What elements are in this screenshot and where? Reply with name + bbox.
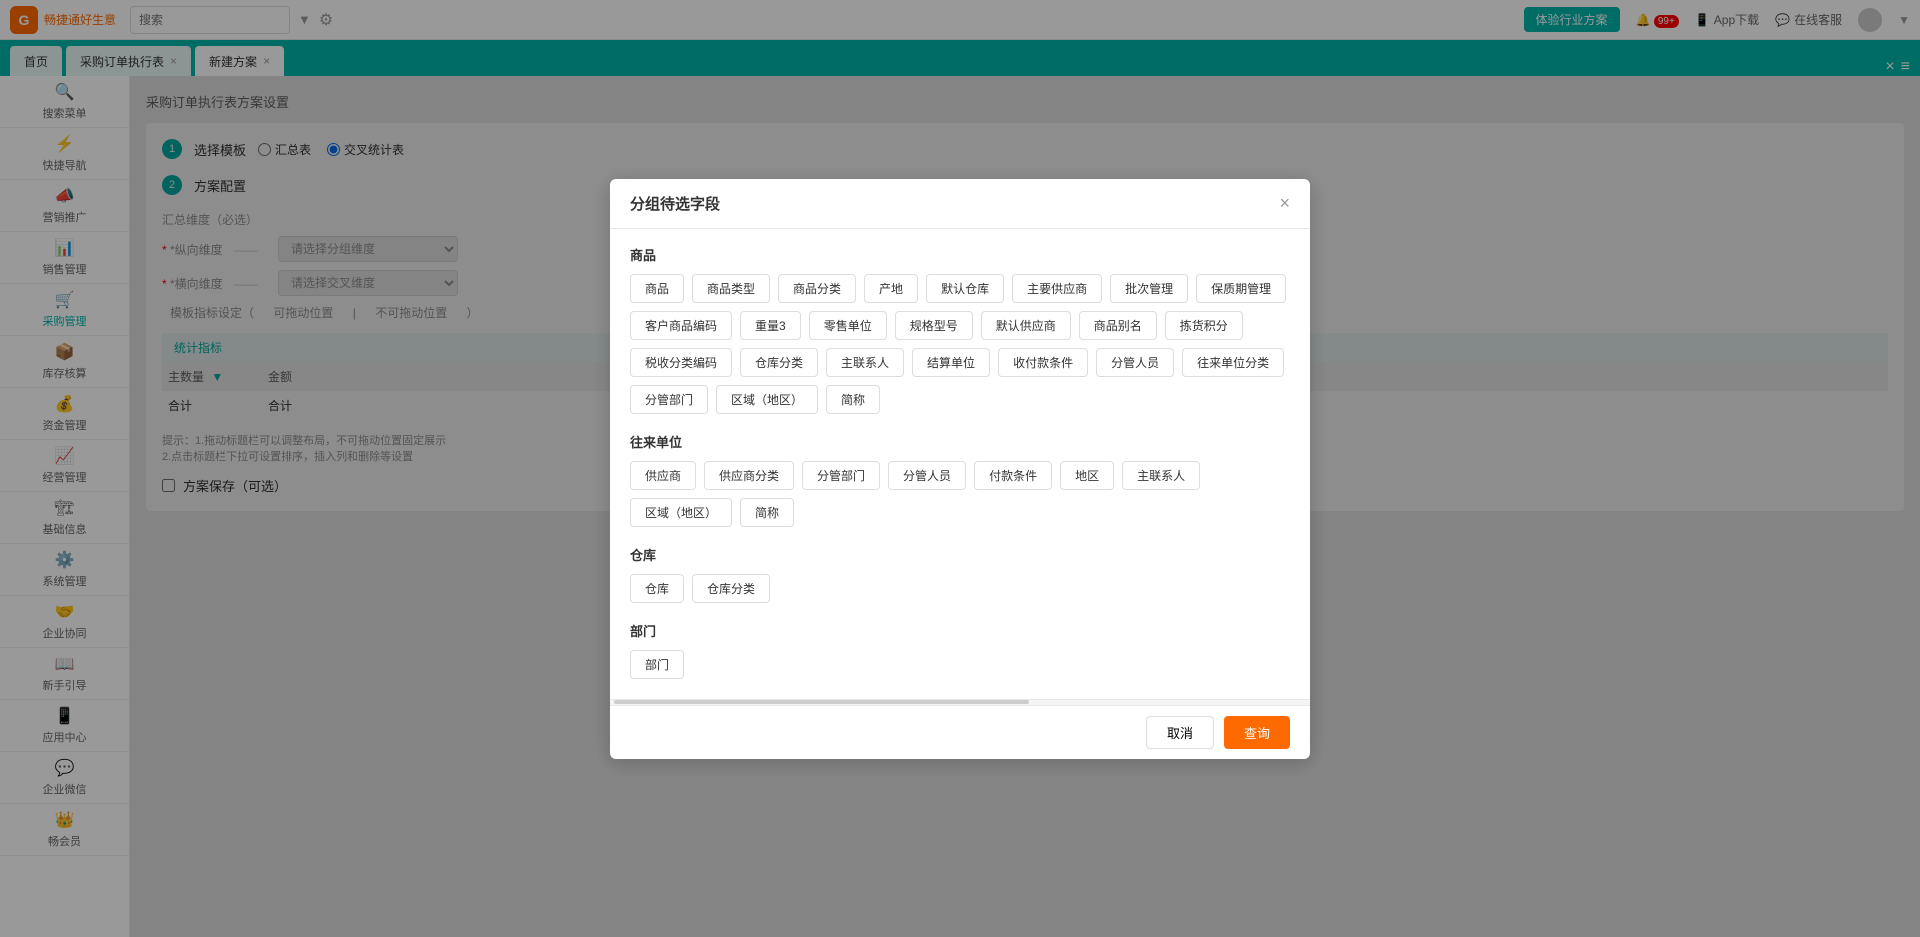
field-tag-product-18[interactable]: 结算单位 <box>912 348 990 377</box>
field-tag-product-24[interactable]: 简称 <box>826 385 880 414</box>
field-tag-partner-3[interactable]: 分管人员 <box>888 461 966 490</box>
field-section-warehouse: 仓库仓库仓库分类 <box>630 545 1290 603</box>
field-section-partner: 往来单位供应商供应商分类分管部门分管人员付款条件地区主联系人区域（地区） 简称 <box>630 432 1290 527</box>
field-tags-department: 部门 <box>630 650 1290 679</box>
modal-cancel-button[interactable]: 取消 <box>1146 716 1214 749</box>
field-tags-product: 商品商品类型商品分类产地默认仓库主要供应商批次管理保质期管理客户商品编码重量3 零… <box>630 274 1290 414</box>
field-tags-warehouse: 仓库仓库分类 <box>630 574 1290 603</box>
field-tag-product-13[interactable]: 商品别名 <box>1079 311 1157 340</box>
field-tag-product-19[interactable]: 收付款条件 <box>998 348 1088 377</box>
field-tag-product-2[interactable]: 商品分类 <box>778 274 856 303</box>
modal-title: 分组待选字段 <box>630 193 720 214</box>
field-tag-product-9[interactable]: 重量3 <box>740 311 801 340</box>
field-tag-partner-6[interactable]: 主联系人 <box>1122 461 1200 490</box>
field-tag-product-0[interactable]: 商品 <box>630 274 684 303</box>
field-tag-product-10[interactable]: 零售单位 <box>809 311 887 340</box>
field-section-title-partner: 往来单位 <box>630 432 1290 451</box>
field-tag-partner-7[interactable]: 区域（地区） <box>630 498 732 527</box>
field-tag-partner-8[interactable]: 简称 <box>740 498 794 527</box>
field-tag-product-7[interactable]: 保质期管理 <box>1196 274 1286 303</box>
field-tag-product-12[interactable]: 默认供应商 <box>981 311 1071 340</box>
field-section-product: 商品商品商品类型商品分类产地默认仓库主要供应商批次管理保质期管理客户商品编码重量… <box>630 245 1290 414</box>
field-tag-product-21[interactable]: 往来单位分类 <box>1182 348 1284 377</box>
modal-overlay: 分组待选字段 × 商品商品商品类型商品分类产地默认仓库主要供应商批次管理保质期管… <box>0 0 1920 937</box>
field-tag-product-22[interactable]: 分管部门 <box>630 385 708 414</box>
field-section-title-department: 部门 <box>630 621 1290 640</box>
modal-body: 商品商品商品类型商品分类产地默认仓库主要供应商批次管理保质期管理客户商品编码重量… <box>610 229 1310 699</box>
field-tag-partner-5[interactable]: 地区 <box>1060 461 1114 490</box>
field-tag-product-20[interactable]: 分管人员 <box>1096 348 1174 377</box>
field-tag-product-6[interactable]: 批次管理 <box>1110 274 1188 303</box>
field-tag-partner-1[interactable]: 供应商分类 <box>704 461 794 490</box>
modal: 分组待选字段 × 商品商品商品类型商品分类产地默认仓库主要供应商批次管理保质期管… <box>610 179 1310 759</box>
field-tag-product-14[interactable]: 拣货积分 <box>1165 311 1243 340</box>
field-tag-partner-2[interactable]: 分管部门 <box>802 461 880 490</box>
field-tag-product-15[interactable]: 税收分类编码 <box>630 348 732 377</box>
field-tag-department-0[interactable]: 部门 <box>630 650 684 679</box>
field-tag-partner-0[interactable]: 供应商 <box>630 461 696 490</box>
field-tag-product-23[interactable]: 区域（地区） <box>716 385 818 414</box>
field-tags-partner: 供应商供应商分类分管部门分管人员付款条件地区主联系人区域（地区） 简称 <box>630 461 1290 527</box>
field-section-title-warehouse: 仓库 <box>630 545 1290 564</box>
field-tag-warehouse-0[interactable]: 仓库 <box>630 574 684 603</box>
field-tag-product-16[interactable]: 仓库分类 <box>740 348 818 377</box>
field-tag-product-1[interactable]: 商品类型 <box>692 274 770 303</box>
modal-header: 分组待选字段 × <box>610 179 1310 229</box>
field-section-department: 部门部门 <box>630 621 1290 679</box>
field-tag-product-11[interactable]: 规格型号 <box>895 311 973 340</box>
field-tag-warehouse-1[interactable]: 仓库分类 <box>692 574 770 603</box>
field-section-title-product: 商品 <box>630 245 1290 264</box>
field-tag-product-5[interactable]: 主要供应商 <box>1012 274 1102 303</box>
field-tag-product-3[interactable]: 产地 <box>864 274 918 303</box>
modal-confirm-button[interactable]: 查询 <box>1224 716 1290 749</box>
field-tag-partner-4[interactable]: 付款条件 <box>974 461 1052 490</box>
modal-close-button[interactable]: × <box>1279 193 1290 214</box>
modal-footer: 取消 查询 <box>610 705 1310 759</box>
field-tag-product-17[interactable]: 主联系人 <box>826 348 904 377</box>
field-tag-product-4[interactable]: 默认仓库 <box>926 274 1004 303</box>
field-tag-product-8[interactable]: 客户商品编码 <box>630 311 732 340</box>
